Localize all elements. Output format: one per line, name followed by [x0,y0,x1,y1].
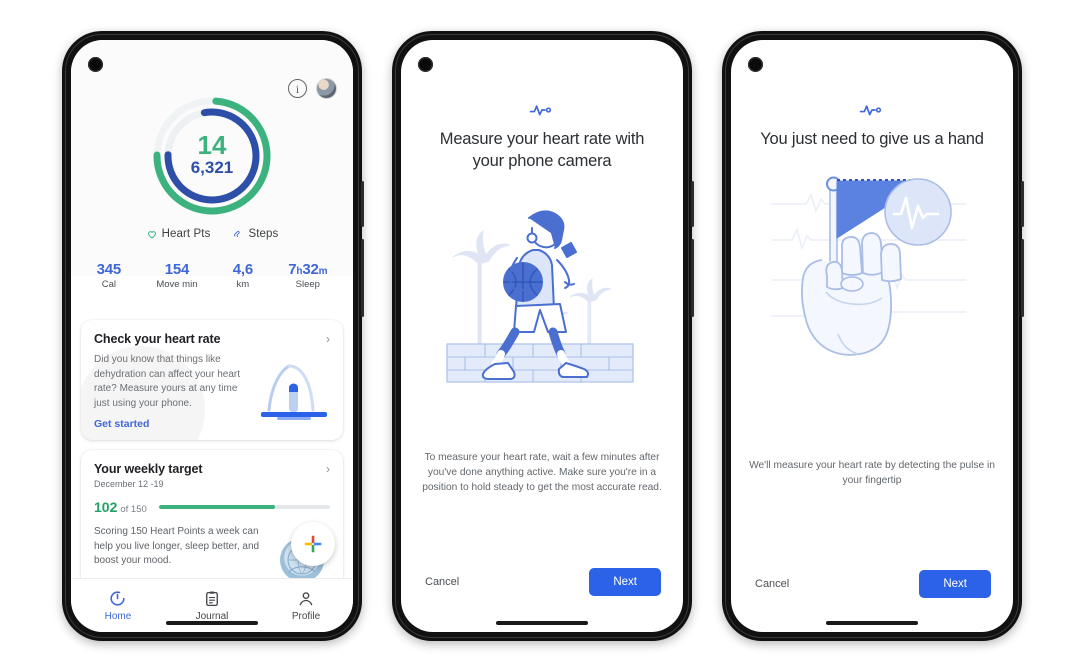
stat-km[interactable]: 4,6 km [233,261,253,290]
steps-value: 6,321 [191,158,234,177]
phone-device-3: You just need to give us a hand We'll me… [722,31,1024,641]
journal-icon [206,591,218,606]
nav-item-journal[interactable]: Journal [165,590,258,622]
heart-card-title: Check your heart rate [94,332,221,346]
front-camera-punch-hole [88,57,103,72]
phone-2-screen: Measure your heart rate with your phone … [401,40,683,632]
stat-sleep-label: Sleep [295,279,320,290]
check-heart-rate-card[interactable]: Check your heart rate › Did you know tha… [81,320,343,440]
side-button-volume[interactable] [691,181,694,227]
heart-pulse-icon [859,105,882,116]
get-started-link[interactable]: Get started [94,418,149,430]
stat-sleep-value: 7h32m [288,261,328,278]
onboarding-description: To measure your heart rate, wait a few m… [422,452,662,493]
weekly-progress: 102 of 150 [94,499,330,515]
nav-journal-label: Journal [195,610,229,622]
nav-item-profile[interactable]: Profile [259,590,352,622]
legend-steps-label: Steps [248,228,279,240]
stat-km-label: km [236,279,250,290]
phone-1-screen: i 14 6,321 Heart Pts Steps 345 Cal 154 M… [71,40,353,632]
heart-icon [147,231,156,239]
progress-goal: of 150 [120,504,147,515]
legend-steps: Steps [232,228,278,240]
header-actions: i [288,78,337,99]
chevron-right-icon[interactable]: › [326,463,330,475]
cancel-button[interactable]: Cancel [753,572,791,596]
stat-cal-label: Cal [101,279,116,290]
stat-move-min-value: 154 [164,261,190,278]
stat-move-min-label: Move min [156,279,198,290]
phone-device-2: Measure your heart rate with your phone … [392,31,694,641]
side-button-volume[interactable] [361,181,364,227]
front-camera-punch-hole [418,57,433,72]
heart-pulse-icon [529,105,552,116]
onboarding-step-2: You just need to give us a hand We'll me… [731,40,1013,632]
progress-track [158,504,330,510]
add-activity-fab[interactable] [291,522,335,566]
finger-on-camera-illustration [261,364,327,420]
chevron-right-icon[interactable]: › [326,333,330,345]
gesture-navigation-bar [496,621,588,625]
side-button-power[interactable] [361,239,364,317]
front-camera-punch-hole [748,57,763,72]
screenshot-canvas: i 14 6,321 Heart Pts Steps 345 Cal 154 M… [0,0,1080,667]
shoe-icon [234,230,241,237]
plus-icon [304,535,322,553]
nav-home-label: Home [104,611,132,622]
weekly-card-body: Scoring 150 Heart Points a week can help… [94,526,260,566]
cancel-button[interactable]: Cancel [423,570,461,594]
side-button-volume[interactable] [1021,181,1024,227]
onboarding-actions: Cancel Next [401,568,683,596]
legend-heart-pts: Heart Pts [146,228,211,240]
next-button[interactable]: Next [589,568,661,596]
heart-points-value: 14 [198,130,227,160]
onboarding-description: We'll measure your heart rate by detecti… [749,460,995,486]
gesture-navigation-bar [166,621,258,625]
stat-sleep[interactable]: 7h32m Sleep [288,261,327,290]
progress-fill [158,504,276,510]
weekly-card-title: Your weekly target [94,462,203,476]
side-button-power[interactable] [1021,239,1024,317]
rings-legend: Heart Pts Steps [71,228,353,240]
onboarding-title: You just need to give us a hand [760,130,984,148]
hand-holding-pulse-flag-illustration [771,176,967,356]
progress-value: 102 of 150 [94,499,147,515]
phone-3-screen: You just need to give us a hand We'll me… [731,40,1013,632]
stat-cal[interactable]: 345 Cal [96,261,122,290]
onboarding-step-1: Measure your heart rate with your phone … [401,40,683,632]
stats-row: 345 Cal 154 Move min 4,6 km 7h32m Sleep [71,261,353,290]
gesture-navigation-bar [826,621,918,625]
next-button[interactable]: Next [919,570,991,598]
stat-km-value: 4,6 [232,261,254,278]
onboarding-title: Measure your heart rate with your phone … [439,130,645,170]
person-icon [299,591,313,605]
stat-move-min[interactable]: 154 Move min [156,261,197,290]
info-icon[interactable]: i [288,79,307,98]
nav-item-home[interactable]: Home [71,589,164,622]
onboarding-actions: Cancel Next [731,570,1013,598]
phone-device-1: i 14 6,321 Heart Pts Steps 345 Cal 154 M… [62,31,364,641]
activity-rings[interactable]: 14 6,321 [150,94,274,218]
weekly-date-range: December 12 -19 [94,479,164,489]
legend-heart-pts-label: Heart Pts [161,228,211,240]
stat-cal-value: 345 [96,261,122,278]
user-avatar[interactable] [316,78,337,99]
activity-ring-icon [110,591,126,606]
nav-profile-label: Profile [291,610,321,622]
person-walking-with-basketball-illustration [446,210,634,383]
side-button-power[interactable] [691,239,694,317]
